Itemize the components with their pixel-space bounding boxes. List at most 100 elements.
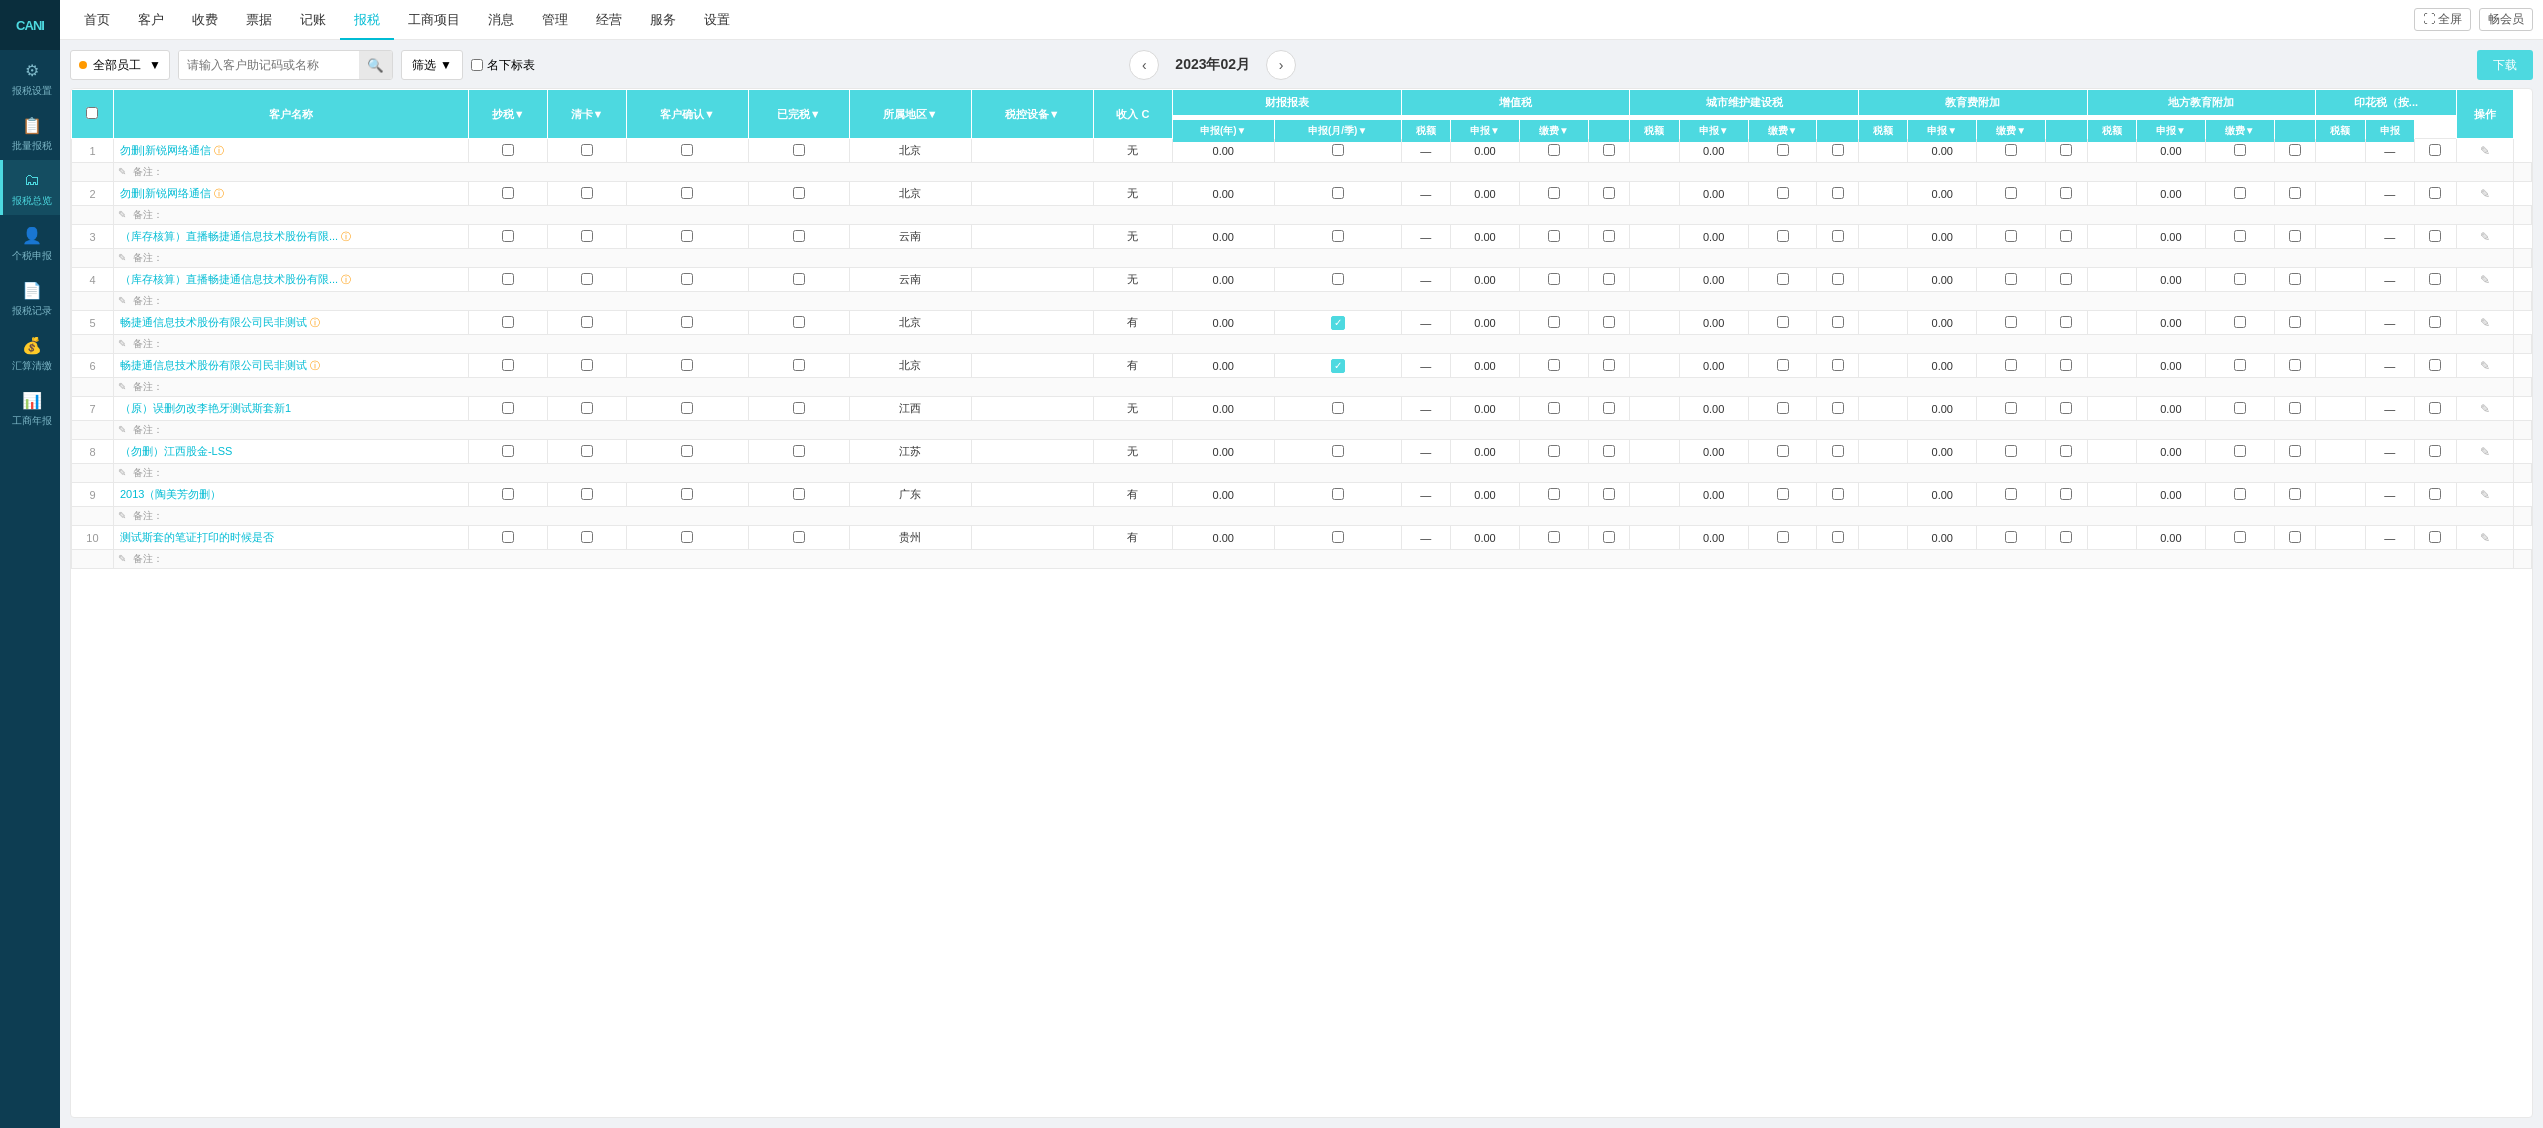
action-cell[interactable]: ✎ [2456,139,2513,163]
chaoshui-cell[interactable] [469,268,548,292]
action-cell[interactable]: ✎ [2456,526,2513,550]
cs-jiaofei-cell[interactable] [1817,354,1858,378]
col-chaoshui[interactable]: 抄税▼ [469,90,548,139]
zz-jiaofei-cell[interactable] [1588,268,1629,292]
jy-jiaofei-checkbox[interactable] [2060,144,2072,156]
qingka-cell[interactable] [548,354,627,378]
chaoshui-checkbox[interactable] [502,402,514,414]
nav-fuwu[interactable]: 服务 [636,0,690,40]
select-all-checkbox[interactable] [86,107,98,119]
caibao-year-checkbox[interactable] [1332,402,1344,414]
yh-shenbao-cell[interactable] [2415,311,2457,335]
df-jiaofei-checkbox[interactable] [2289,531,2301,543]
customer-name[interactable]: （勿删）江西股金-LSS [113,440,468,464]
cs-shenbao-checkbox[interactable] [1777,402,1789,414]
qingka-cell[interactable] [548,440,627,464]
yh-shenbao-cell[interactable] [2415,440,2457,464]
yiwanshu-checkbox[interactable] [793,144,805,156]
df-shenbao-checkbox[interactable] [2234,187,2246,199]
col-yh-shenbao[interactable]: 申报 [2365,119,2414,142]
kehu-confirm-checkbox[interactable] [681,445,693,457]
df-shenbao-cell[interactable] [2205,139,2274,163]
df-jiaofei-cell[interactable] [2274,225,2315,249]
col-cs-shenbao[interactable]: 申报▼ [1679,119,1748,142]
caibao-year-cell[interactable] [1274,397,1401,421]
caibao-year-checkbox[interactable] [1332,273,1344,285]
customer-name[interactable]: 2013（陶美芳勿删） [113,483,468,507]
df-jiaofei-cell[interactable] [2274,139,2315,163]
zz-shenbao-cell[interactable] [1519,526,1588,550]
caibao-year-cell[interactable]: ✓ [1274,354,1401,378]
yh-shenbao-cell[interactable] [2415,268,2457,292]
df-jiaofei-cell[interactable] [2274,483,2315,507]
zz-jiaofei-cell[interactable] [1588,139,1629,163]
zz-shenbao-checkbox[interactable] [1548,445,1560,457]
chaoshui-cell[interactable] [469,483,548,507]
jy-jiaofei-cell[interactable] [2046,397,2087,421]
caibao-year-cell[interactable] [1274,526,1401,550]
yh-shenbao-checkbox[interactable] [2429,144,2441,156]
col-jy-shenbao[interactable]: 申报▼ [1908,119,1977,142]
kehu-confirm-checkbox[interactable] [681,531,693,543]
jy-shenbao-checkbox[interactable] [2005,488,2017,500]
cs-shenbao-cell[interactable] [1748,139,1817,163]
yiwanshu-cell[interactable] [749,311,849,335]
zz-shenbao-checkbox[interactable] [1548,359,1560,371]
qingka-cell[interactable] [548,225,627,249]
zz-jiaofei-cell[interactable] [1588,311,1629,335]
yh-shenbao-checkbox[interactable] [2429,273,2441,285]
qingka-cell[interactable] [548,483,627,507]
col-shuikong[interactable]: 税控设备▼ [971,90,1093,139]
zz-shenbao-checkbox[interactable] [1548,316,1560,328]
kehu-confirm-cell[interactable] [626,139,748,163]
qingka-checkbox[interactable] [581,273,593,285]
df-shenbao-cell[interactable] [2205,182,2274,206]
kehu-confirm-checkbox[interactable] [681,230,693,242]
cs-shenbao-cell[interactable] [1748,268,1817,292]
jy-jiaofei-checkbox[interactable] [2060,359,2072,371]
df-jiaofei-checkbox[interactable] [2289,144,2301,156]
col-df-jiaofei[interactable]: 缴费▼ [2205,119,2274,142]
df-shenbao-cell[interactable] [2205,483,2274,507]
df-shenbao-cell[interactable] [2205,397,2274,421]
df-jiaofei-cell[interactable] [2274,440,2315,464]
cs-shenbao-cell[interactable] [1748,526,1817,550]
member-button[interactable]: 畅会员 [2479,8,2533,31]
qingka-checkbox[interactable] [581,531,593,543]
df-shenbao-cell[interactable] [2205,268,2274,292]
jy-jiaofei-cell[interactable] [2046,354,2087,378]
jy-jiaofei-checkbox[interactable] [2060,402,2072,414]
cs-shenbao-cell[interactable] [1748,397,1817,421]
yiwanshu-checkbox[interactable] [793,230,805,242]
jy-shenbao-cell[interactable] [1977,268,2046,292]
yiwanshu-cell[interactable] [749,182,849,206]
cs-jiaofei-cell[interactable] [1817,182,1858,206]
df-shenbao-cell[interactable] [2205,311,2274,335]
nav-shouye[interactable]: 首页 [70,0,124,40]
df-jiaofei-checkbox[interactable] [2289,488,2301,500]
edit-note-icon[interactable]: ✎ [118,209,126,220]
mingxia-checkbox[interactable] [471,59,483,71]
caibao-year-cell[interactable] [1274,483,1401,507]
jy-shenbao-cell[interactable] [1977,139,2046,163]
edit-icon[interactable]: ✎ [2480,531,2490,545]
action-cell[interactable]: ✎ [2456,311,2513,335]
zz-shenbao-checkbox[interactable] [1548,531,1560,543]
df-jiaofei-checkbox[interactable] [2289,402,2301,414]
sidebar-item-geshuishenabao[interactable]: 👤 个税申报 [0,215,60,270]
edit-icon[interactable]: ✎ [2480,445,2490,459]
zz-shenbao-checkbox[interactable] [1548,402,1560,414]
chaoshui-checkbox[interactable] [502,144,514,156]
qingka-cell[interactable] [548,268,627,292]
cs-jiaofei-cell[interactable] [1817,225,1858,249]
df-shenbao-checkbox[interactable] [2234,445,2246,457]
jy-jiaofei-checkbox[interactable] [2060,273,2072,285]
action-cell[interactable]: ✎ [2456,440,2513,464]
cs-jiaofei-cell[interactable] [1817,139,1858,163]
customer-name[interactable]: 勿删|新锐网络通信ⓘ [113,139,468,163]
qingka-checkbox[interactable] [581,316,593,328]
yiwanshu-checkbox[interactable] [793,273,805,285]
cs-jiaofei-checkbox[interactable] [1832,187,1844,199]
df-jiaofei-cell[interactable] [2274,397,2315,421]
edit-note-icon[interactable]: ✎ [118,424,126,435]
